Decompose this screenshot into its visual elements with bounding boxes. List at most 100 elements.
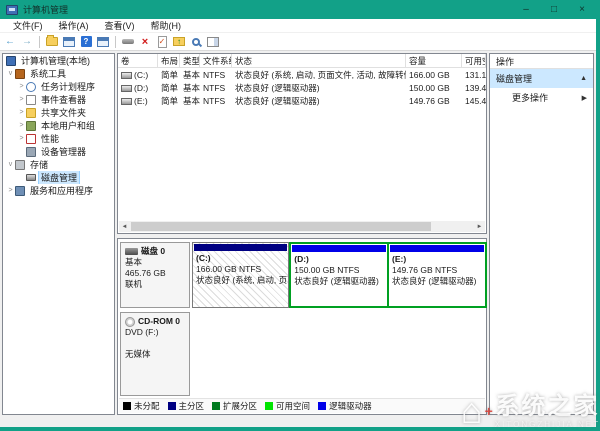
legend-color-swatch [318,402,327,410]
col-capacity[interactable]: 容量 [406,54,462,67]
users-icon [26,120,36,131]
window-title: 计算机管理 [23,5,69,15]
col-type[interactable]: 类型 [180,54,200,67]
title-bar: 计算机管理 – □ × [0,0,596,19]
chevron-right-icon: ▶ [581,94,587,102]
legend-free-space: 可用空间 [265,400,310,412]
volume-icon [121,84,132,92]
table-row-volume-e[interactable]: (E:) 简单 基本 NTFS 状态良好 (逻辑驱动器) 149.76 GB 1… [118,94,486,107]
expander-icon[interactable]: v [6,161,15,168]
sidebar-item-shared-folders[interactable]: > 共享文件夹 [3,106,114,119]
legend-color-swatch [167,402,176,410]
sidebar-item-task-scheduler[interactable]: > 任务计划程序 [3,80,114,93]
storage-icon [15,159,25,170]
desktop-background: 计算机管理 – □ × 文件(F) 操作(A) 查看(V) 帮助(H) ← → … [0,0,600,431]
col-status[interactable]: 状态 [232,54,406,67]
expander-icon[interactable]: > [17,96,26,103]
expander-icon[interactable]: > [6,187,15,194]
scroll-right-icon[interactable]: ► [474,224,485,230]
legend-color-swatch [212,402,221,410]
scrollbar-thumb[interactable] [131,222,431,231]
table-row-volume-d[interactable]: (D:) 简单 基本 NTFS 状态良好 (逻辑驱动器) 150.00 GB 1… [118,81,486,94]
system-tools-icon [15,68,25,79]
scroll-left-icon[interactable]: ◄ [119,224,130,230]
back-icon[interactable]: ← [3,35,17,49]
sidebar-item-device-manager[interactable]: 设备管理器 [3,145,114,158]
maximize-button[interactable]: □ [540,0,568,19]
disk-graphical-view: 磁盘 0 基本 465.76 GB 联机 (C:) 166.00 GB NTFS… [117,238,487,415]
sidebar-item-performance[interactable]: > 性能 [3,132,114,145]
cd-icon [125,316,135,327]
partition-e[interactable]: (E:) 149.76 GB NTFS 状态良好 (逻辑驱动器) [388,244,485,306]
shared-folders-icon [26,107,36,118]
legend-unallocated: 未分配 [123,400,160,412]
sidebar-item-disk-management[interactable]: 磁盘管理 [3,171,114,184]
disk-0-header[interactable]: 磁盘 0 基本 465.76 GB 联机 [120,242,190,308]
horizontal-scrollbar[interactable]: ◄ ► [119,221,485,232]
partition-d[interactable]: (D:) 150.00 GB NTFS 状态良好 (逻辑驱动器) [291,244,387,306]
legend-color-swatch [123,402,131,410]
show-console-tree-icon[interactable] [45,35,59,49]
cdrom-0-header[interactable]: CD-ROM 0 DVD (F:) 无媒体 [120,312,190,396]
device-manager-icon [26,146,36,157]
computer-icon [6,55,16,66]
col-free[interactable]: 可用空间 [462,54,486,67]
volume-icon [121,71,132,79]
services-icon [15,185,25,196]
legend-color-swatch [265,402,274,410]
expander-icon[interactable]: v [6,70,15,77]
expander-icon[interactable]: > [17,83,26,90]
partition-c[interactable]: (C:) 166.00 GB NTFS 状态良好 (系统, 启动, 页面 [192,242,290,308]
expander-icon[interactable]: > [17,135,26,142]
more-actions-item[interactable]: 更多操作 ▶ [490,88,593,107]
collapse-icon[interactable]: ▲ [580,75,587,82]
partition-legend: 未分配 主分区 扩展分区 可用空间 逻辑驱动器 [119,398,485,413]
sidebar-item-computer-management[interactable]: 计算机管理(本地) [3,54,114,67]
actions-group-disk-management[interactable]: 磁盘管理 ▲ [490,69,593,88]
col-filesystem[interactable]: 文件系统 [200,54,232,67]
sidebar-item-system-tools[interactable]: v 系统工具 [3,67,114,80]
help-icon[interactable]: ? [79,35,93,49]
expander-icon[interactable]: > [17,109,26,116]
volume-icon [121,97,132,105]
menu-action[interactable]: 操作(A) [51,19,97,32]
check-document-icon[interactable]: ✓ [155,35,169,49]
event-viewer-icon [26,94,36,105]
menu-view[interactable]: 查看(V) [97,19,143,32]
logical-drive-bar [292,245,386,252]
search-icon[interactable] [189,35,203,49]
console-window-icon[interactable] [62,35,76,49]
sidebar-item-storage[interactable]: v 存储 [3,158,114,171]
legend-logical-drive: 逻辑驱动器 [318,400,372,412]
primary-partition-bar [194,244,288,251]
disk-management-icon [26,174,36,181]
menu-help[interactable]: 帮助(H) [143,19,190,32]
tool-icon[interactable] [121,35,135,49]
disk-0-block: 磁盘 0 基本 465.76 GB 联机 (C:) 166.00 GB NTFS… [120,242,487,308]
col-layout[interactable]: 布局 [158,54,180,67]
expander-icon[interactable]: > [17,122,26,129]
console-window-icon[interactable] [96,35,110,49]
action-pane-icon[interactable] [206,35,220,49]
delete-volume-icon[interactable]: × [138,35,152,49]
legend-extended-partition: 扩展分区 [212,400,257,412]
toolbar: ← → ? × ✓ ↑ [0,33,596,51]
menu-file[interactable]: 文件(F) [5,19,51,32]
console-tree: 计算机管理(本地) v 系统工具 > 任务计划程序 > 事件查看器 > 共享文件… [2,53,115,415]
volume-list-header: 卷 布局 类型 文件系统 状态 容量 可用空间 [118,54,486,68]
minimize-button[interactable]: – [512,0,540,19]
disk-icon [125,248,138,255]
toolbar-separator [39,35,40,48]
table-row-volume-c[interactable]: (C:) 简单 基本 NTFS 状态良好 (系统, 启动, 页面文件, 活动, … [118,68,486,81]
menu-bar: 文件(F) 操作(A) 查看(V) 帮助(H) [0,19,596,33]
extended-partition: (D:) 150.00 GB NTFS 状态良好 (逻辑驱动器) (E:) 14… [289,242,487,308]
col-volume[interactable]: 卷 [118,54,158,67]
toolbar-separator [115,35,116,48]
forward-icon[interactable]: → [20,35,34,49]
sidebar-item-local-users-groups[interactable]: > 本地用户和组 [3,119,114,132]
close-button[interactable]: × [568,0,596,19]
logical-drive-bar [389,245,484,252]
sidebar-item-event-viewer[interactable]: > 事件查看器 [3,93,114,106]
up-folder-icon[interactable]: ↑ [172,35,186,49]
sidebar-item-services-applications[interactable]: > 服务和应用程序 [3,184,114,197]
